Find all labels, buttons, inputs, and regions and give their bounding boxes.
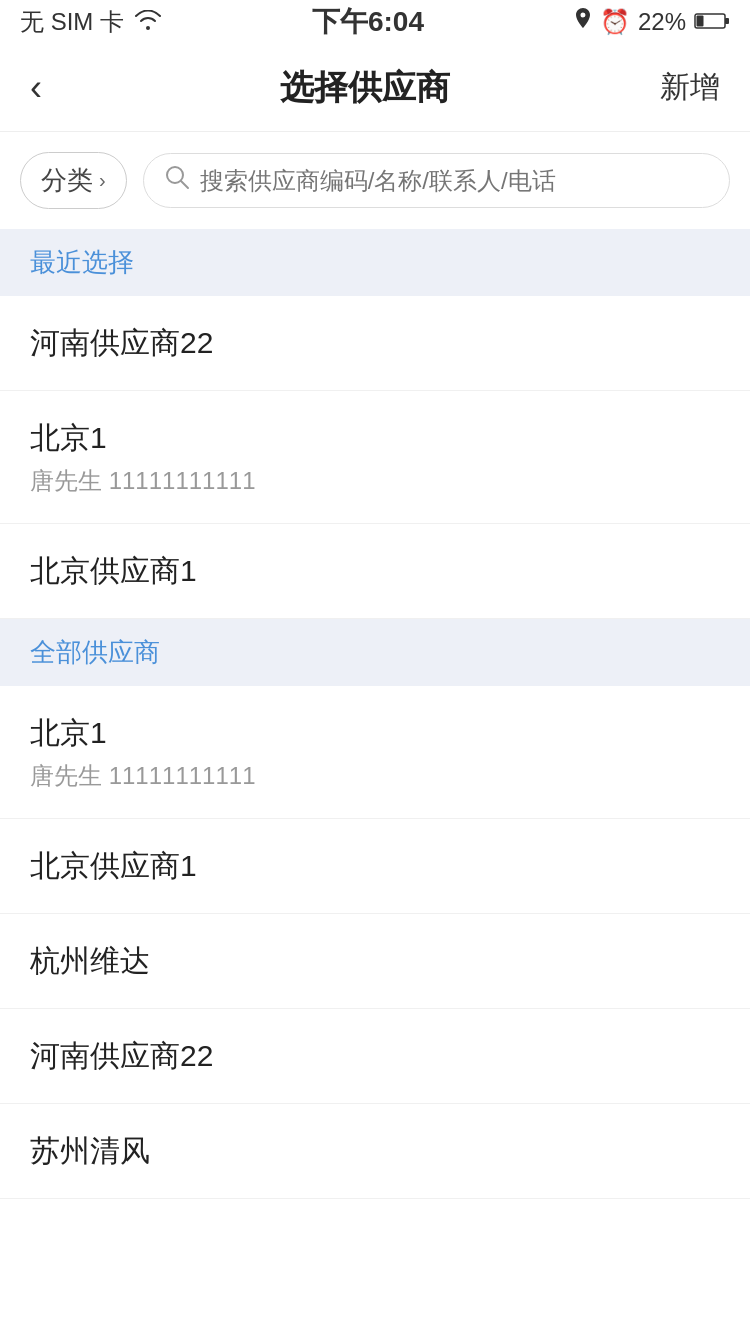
recent-section-header: 最近选择 <box>0 229 750 296</box>
status-bar: 无 SIM 卡 下午6:04 ⏰ 22% <box>0 0 750 44</box>
status-left: 无 SIM 卡 <box>20 6 162 38</box>
item-name: 河南供应商22 <box>30 322 720 364</box>
list-item[interactable]: 河南供应商22 <box>0 1009 750 1104</box>
item-name: 北京供应商1 <box>30 845 720 887</box>
wifi-icon <box>134 8 162 36</box>
item-name: 北京1 <box>30 417 720 459</box>
item-sub: 唐先生 11111111111 <box>30 760 720 792</box>
status-time: 下午6:04 <box>312 3 424 41</box>
all-items-list: 北京1 唐先生 11111111111 北京供应商1 杭州维达 河南供应商22 … <box>0 686 750 1199</box>
sim-status: 无 SIM 卡 <box>20 6 124 38</box>
list-item[interactable]: 北京1 唐先生 11111111111 <box>0 686 750 819</box>
list-item[interactable]: 杭州维达 <box>0 914 750 1009</box>
item-name: 杭州维达 <box>30 940 720 982</box>
item-name: 河南供应商22 <box>30 1035 720 1077</box>
recent-items-list: 河南供应商22 北京1 唐先生 11111111111 北京供应商1 <box>0 296 750 619</box>
back-button[interactable]: ‹ <box>30 67 90 109</box>
status-right: ⏰ 22% <box>574 8 730 36</box>
category-filter-button[interactable]: 分类 › <box>20 152 127 209</box>
filter-row: 分类 › <box>0 132 750 229</box>
list-item[interactable]: 北京1 唐先生 11111111111 <box>0 391 750 524</box>
search-box[interactable] <box>143 153 730 208</box>
search-icon <box>164 164 190 197</box>
item-name: 苏州清风 <box>30 1130 720 1172</box>
item-name: 北京1 <box>30 712 720 754</box>
list-item[interactable]: 苏州清风 <box>0 1104 750 1199</box>
list-item[interactable]: 北京供应商1 <box>0 819 750 914</box>
category-label: 分类 <box>41 163 93 198</box>
item-sub: 唐先生 11111111111 <box>30 465 720 497</box>
all-section-header: 全部供应商 <box>0 619 750 686</box>
nav-bar: ‹ 选择供应商 新增 <box>0 44 750 132</box>
category-chevron-icon: › <box>99 169 106 192</box>
battery-percent: 22% <box>638 8 686 36</box>
alarm-icon: ⏰ <box>600 8 630 36</box>
list-item[interactable]: 北京供应商1 <box>0 524 750 619</box>
all-section-label: 全部供应商 <box>30 637 160 667</box>
item-name: 北京供应商1 <box>30 550 720 592</box>
svg-line-4 <box>181 181 188 188</box>
search-input[interactable] <box>200 167 709 195</box>
page-title: 选择供应商 <box>90 65 640 111</box>
list-item[interactable]: 河南供应商22 <box>0 296 750 391</box>
battery-icon <box>694 8 730 36</box>
recent-section-label: 最近选择 <box>30 247 134 277</box>
svg-rect-2 <box>725 18 729 24</box>
svg-rect-1 <box>696 16 703 27</box>
location-icon <box>574 8 592 36</box>
new-supplier-button[interactable]: 新增 <box>640 67 720 108</box>
